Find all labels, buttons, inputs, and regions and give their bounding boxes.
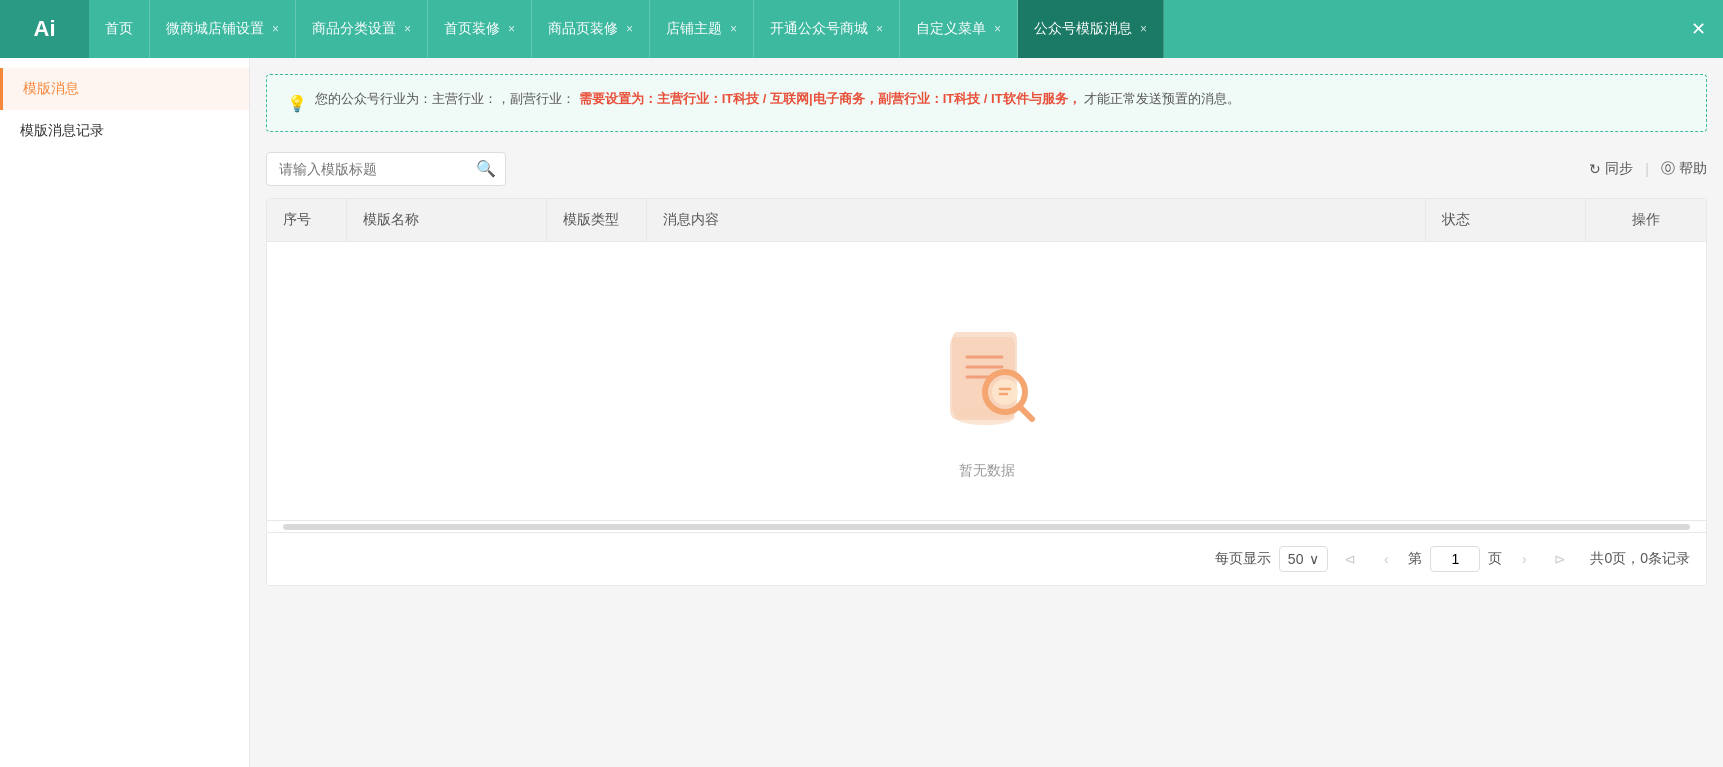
sync-label: 同步 xyxy=(1605,160,1633,178)
tab-close-shop-settings[interactable]: × xyxy=(272,22,279,36)
page-first-label: 第 xyxy=(1408,550,1422,568)
tab-close-template-msg[interactable]: × xyxy=(1140,22,1147,36)
tab-category-settings[interactable]: 商品分类设置 × xyxy=(296,0,428,58)
table-header: 序号 模版名称 模版类型 消息内容 状态 操作 xyxy=(267,199,1706,242)
th-type: 模版类型 xyxy=(547,199,647,241)
main-layout: 模版消息模版消息记录 💡 您的公众号行业为：主营行业：，副营行业： 需要设置为：… xyxy=(0,58,1723,767)
search-input-wrapper: 🔍 xyxy=(266,152,506,186)
th-no: 序号 xyxy=(267,199,347,241)
help-icon: ⓪ xyxy=(1661,160,1675,178)
tab-template-msg[interactable]: 公众号模版消息 × xyxy=(1018,0,1164,58)
tab-product-decor[interactable]: 商品页装修 × xyxy=(532,0,650,58)
svg-line-6 xyxy=(1019,406,1032,419)
search-input[interactable] xyxy=(266,152,506,186)
page-label: 页 xyxy=(1488,550,1502,568)
search-right: ↻ 同步 | ⓪ 帮助 xyxy=(1589,160,1707,178)
sidebar: 模版消息模版消息记录 xyxy=(0,58,250,767)
tab-close-home-decor[interactable]: × xyxy=(508,22,515,36)
page-size-value: 50 xyxy=(1288,551,1304,567)
page-number-input[interactable] xyxy=(1430,546,1480,572)
sidebar-item-template-msg-record[interactable]: 模版消息记录 xyxy=(0,110,249,152)
tab-home[interactable]: 首页 xyxy=(89,0,150,58)
nav-close-button[interactable]: ✕ xyxy=(1673,0,1723,58)
tab-home-decor[interactable]: 首页装修 × xyxy=(428,0,532,58)
th-content: 消息内容 xyxy=(647,199,1426,241)
empty-text: 暂无数据 xyxy=(959,462,1015,480)
first-page-button[interactable]: ⊲ xyxy=(1336,545,1364,573)
tab-label: 首页装修 xyxy=(444,20,500,38)
page-size-select[interactable]: 50 ∨ xyxy=(1279,546,1329,572)
tab-close-open-mall[interactable]: × xyxy=(876,22,883,36)
tab-custom-menu[interactable]: 自定义菜单 × xyxy=(900,0,1018,58)
next-page-button[interactable]: › xyxy=(1510,545,1538,573)
empty-state: 暂无数据 xyxy=(267,242,1706,520)
scrollbar-area[interactable] xyxy=(267,520,1706,532)
logo-text: Ai xyxy=(34,16,56,42)
content-area: 💡 您的公众号行业为：主营行业：，副营行业： 需要设置为：主营行业：IT科技 /… xyxy=(250,58,1723,767)
svg-point-5 xyxy=(992,379,1018,405)
sync-icon: ↻ xyxy=(1589,161,1601,177)
divider: | xyxy=(1645,161,1649,177)
table-wrapper: 序号 模版名称 模版类型 消息内容 状态 操作 xyxy=(266,198,1707,586)
last-page-button[interactable]: ⊳ xyxy=(1546,545,1574,573)
search-icon[interactable]: 🔍 xyxy=(476,159,496,178)
notice-text: 您的公众号行业为：主营行业：，副营行业： 需要设置为：主营行业：IT科技 / 互… xyxy=(315,89,1240,110)
search-left: 🔍 xyxy=(266,152,506,186)
pagination: 每页显示 50 ∨ ⊲ ‹ 第 页 › ⊳ 共0页，0条记录 xyxy=(267,532,1706,585)
sync-button[interactable]: ↻ 同步 xyxy=(1589,160,1633,178)
chevron-down-icon: ∨ xyxy=(1309,551,1319,567)
tab-label: 开通公众号商城 xyxy=(770,20,868,38)
nav-tabs: 首页微商城店铺设置×商品分类设置×首页装修×商品页装修×店铺主题×开通公众号商城… xyxy=(89,0,1673,58)
help-button[interactable]: ⓪ 帮助 xyxy=(1661,160,1707,178)
notice-box: 💡 您的公众号行业为：主营行业：，副营行业： 需要设置为：主营行业：IT科技 /… xyxy=(266,74,1707,132)
tab-shop-theme[interactable]: 店铺主题 × xyxy=(650,0,754,58)
th-name: 模版名称 xyxy=(347,199,547,241)
logo: Ai xyxy=(0,0,89,58)
tab-label: 首页 xyxy=(105,20,133,38)
prev-page-button[interactable]: ‹ xyxy=(1372,545,1400,573)
notice-prefix: 您的公众号行业为：主营行业：，副营行业： xyxy=(315,91,575,106)
top-nav: Ai 首页微商城店铺设置×商品分类设置×首页装修×商品页装修×店铺主题×开通公众… xyxy=(0,0,1723,58)
tab-label: 商品分类设置 xyxy=(312,20,396,38)
tab-close-shop-theme[interactable]: × xyxy=(730,22,737,36)
tab-label: 公众号模版消息 xyxy=(1034,20,1132,38)
tab-label: 商品页装修 xyxy=(548,20,618,38)
help-label: 帮助 xyxy=(1679,160,1707,178)
search-bar: 🔍 ↻ 同步 | ⓪ 帮助 xyxy=(266,152,1707,186)
th-action: 操作 xyxy=(1586,199,1706,241)
scrollbar-track xyxy=(283,524,1690,530)
notice-highlight: 需要设置为：主营行业：IT科技 / 互联网|电子商务，副营行业：IT科技 / I… xyxy=(579,91,1081,106)
notice-icon: 💡 xyxy=(287,91,307,117)
empty-icon xyxy=(917,302,1057,442)
tab-open-mall[interactable]: 开通公众号商城 × xyxy=(754,0,900,58)
notice-suffix: 才能正常发送预置的消息。 xyxy=(1084,91,1240,106)
tab-close-product-decor[interactable]: × xyxy=(626,22,633,36)
tab-label: 微商城店铺设置 xyxy=(166,20,264,38)
th-status: 状态 xyxy=(1426,199,1586,241)
tab-close-custom-menu[interactable]: × xyxy=(994,22,1001,36)
tab-label: 店铺主题 xyxy=(666,20,722,38)
page-size-label: 每页显示 xyxy=(1215,550,1271,568)
sidebar-item-template-msg[interactable]: 模版消息 xyxy=(0,68,249,110)
tab-shop-settings[interactable]: 微商城店铺设置 × xyxy=(150,0,296,58)
tab-label: 自定义菜单 xyxy=(916,20,986,38)
total-info: 共0页，0条记录 xyxy=(1590,550,1690,568)
tab-close-category-settings[interactable]: × xyxy=(404,22,411,36)
